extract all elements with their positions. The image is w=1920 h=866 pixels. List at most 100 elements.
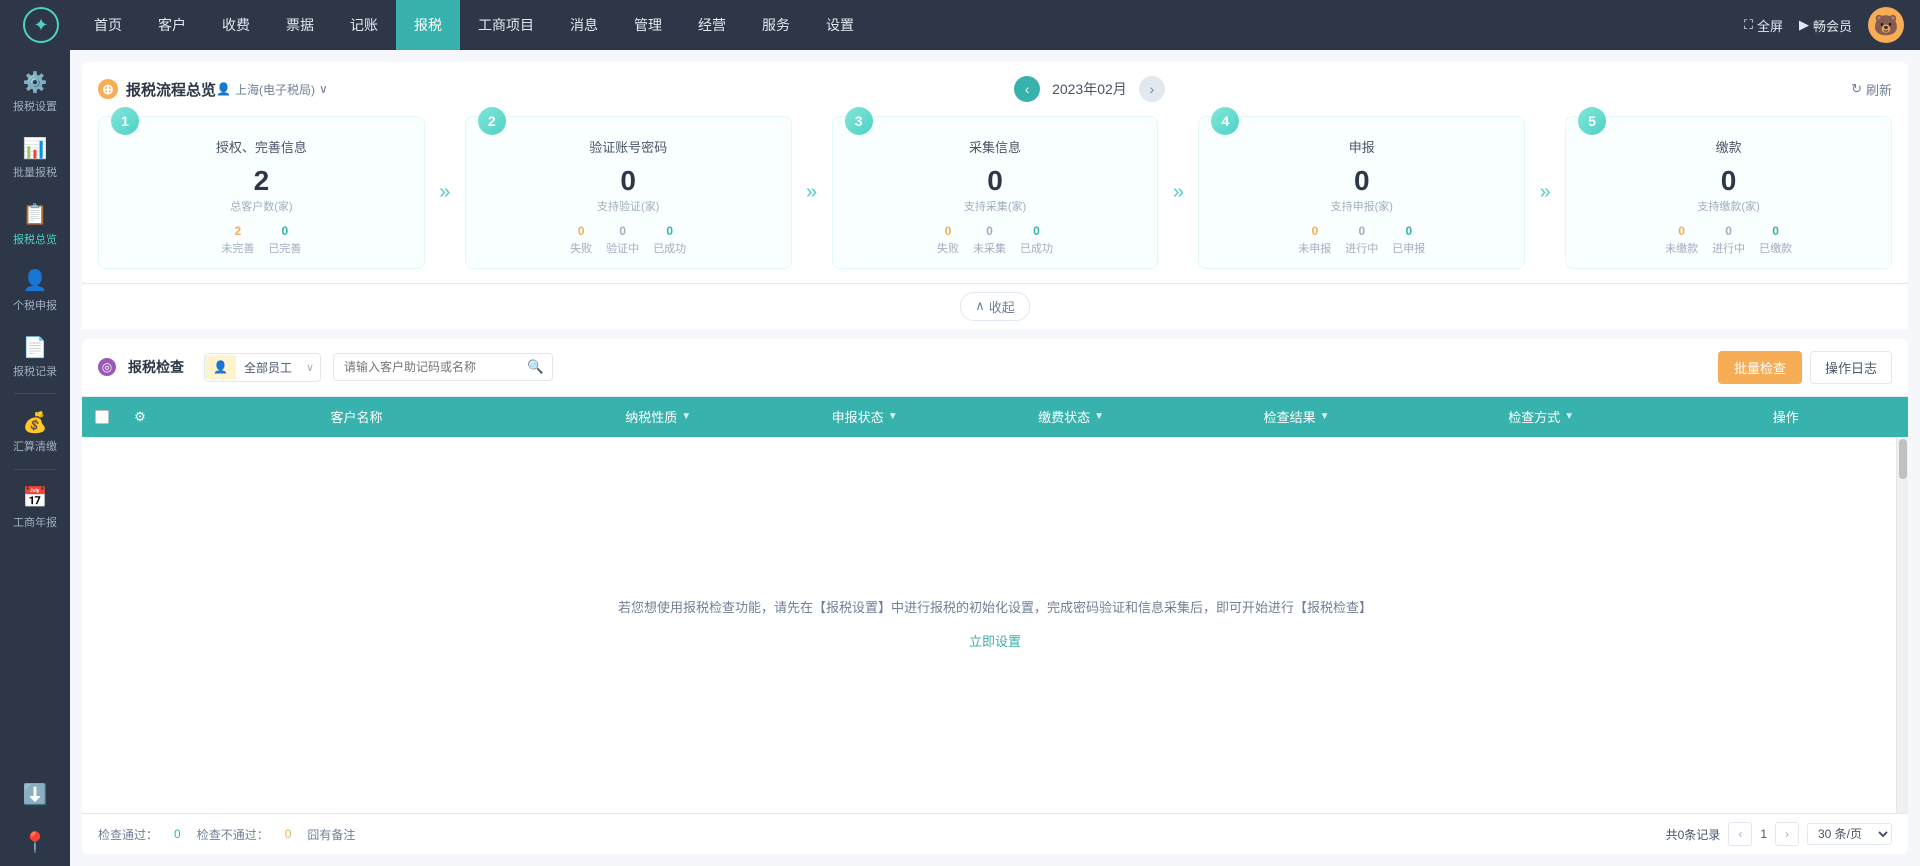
avatar[interactable]: 🐻 <box>1868 7 1904 43</box>
step-num-2: 2 <box>478 107 506 135</box>
nav-item-home[interactable]: 首页 <box>76 0 140 50</box>
tax-type-filter-icon[interactable]: ▼ <box>681 411 691 422</box>
flow-panel-header: ⊕ 报税流程总览 👤 上海(电子税局) ∨ ‹ 2023年02月 › ↻ <box>98 76 1892 102</box>
stat-3-2: 0 已成功 <box>1020 224 1053 256</box>
step-subtitle-2: 支持验证(家) <box>482 198 775 214</box>
sidebar-item-annual-report[interactable]: 📅 工商年报 <box>0 474 70 540</box>
select-all-checkbox[interactable] <box>95 410 109 424</box>
logo[interactable]: ✦ <box>16 0 66 50</box>
sidebar-item-settlement[interactable]: 💰 汇算清缴 <box>0 398 70 464</box>
refresh-icon: ↻ <box>1851 81 1862 97</box>
nav-item-client[interactable]: 客户 <box>140 0 204 50</box>
op-log-button[interactable]: 操作日志 <box>1810 351 1892 384</box>
search-input[interactable] <box>334 355 519 379</box>
location-icon: 📍 <box>21 828 49 856</box>
stat-label-2-2: 已成功 <box>653 240 686 256</box>
arrow-icon-2: » <box>806 181 817 204</box>
stat-2-1: 0 验证中 <box>606 224 639 256</box>
sidebar-item-batch-tax[interactable]: 📊 批量报税 <box>0 124 70 190</box>
th-tax-type: 纳税性质 ▼ <box>555 407 761 426</box>
fail-count[interactable]: 0 <box>285 827 292 841</box>
step-title-1: 授权、完善信息 <box>115 137 408 156</box>
employee-filter[interactable]: 👤 全部员工 ∨ <box>204 353 321 382</box>
step-num-3: 3 <box>845 107 873 135</box>
stat-2-0: 0 失败 <box>570 224 592 256</box>
nav-item-manage[interactable]: 管理 <box>616 0 680 50</box>
pay-filter-icon[interactable]: ▼ <box>1094 411 1104 422</box>
fullscreen-label: 全屏 <box>1757 16 1783 35</box>
flow-step-1: 1 授权、完善信息 2 总客户数(家) 2 未完善 0 已完善 <box>98 116 425 269</box>
nav-item-operation[interactable]: 经营 <box>680 0 744 50</box>
tax-record-icon: 📄 <box>21 333 49 361</box>
arrow-icon-4: » <box>1540 181 1551 204</box>
employee-filter-arrow: ∨ <box>300 356 320 379</box>
sidebar-item-individual-tax[interactable]: 👤 个税申报 <box>0 257 70 323</box>
search-box[interactable]: 🔍 <box>333 353 553 381</box>
stat-val-2-1: 0 <box>619 224 626 238</box>
batch-check-button[interactable]: 批量检查 <box>1718 351 1802 384</box>
stat-5-1: 0 进行中 <box>1712 224 1745 256</box>
nav-item-settings[interactable]: 设置 <box>808 0 872 50</box>
th-checkbox[interactable] <box>82 410 122 424</box>
check-result-filter-icon[interactable]: ▼ <box>1320 411 1330 422</box>
step-subtitle-1: 总客户数(家) <box>115 198 408 214</box>
collapse-button[interactable]: ∧ 收起 <box>960 292 1030 321</box>
th-setting[interactable]: ⚙ <box>122 409 158 425</box>
sidebar-label-tax-settings: 报税设置 <box>13 100 57 114</box>
fullscreen-button[interactable]: ⛶ 全屏 <box>1744 16 1783 35</box>
nav-item-message[interactable]: 消息 <box>552 0 616 50</box>
sidebar-divider <box>14 393 56 394</box>
declare-filter-icon[interactable]: ▼ <box>888 411 898 422</box>
flow-step-3: 3 采集信息 0 支持采集(家) 0 失败 0 未采集 <box>832 116 1159 269</box>
annual-report-icon: 📅 <box>21 484 49 512</box>
nav-item-service[interactable]: 服务 <box>744 0 808 50</box>
refresh-label: 刷新 <box>1866 80 1892 99</box>
vip-button[interactable]: ▶ 畅会员 <box>1799 16 1852 35</box>
setup-link[interactable]: 立即设置 <box>969 634 1021 649</box>
pass-count[interactable]: 0 <box>174 827 181 841</box>
nav-item-fee[interactable]: 收费 <box>204 0 268 50</box>
nav-menu: 首页 客户 收费 票据 记账 报税 工商项目 消息 管理 经营 服务 设置 <box>76 0 1744 50</box>
sidebar-item-download[interactable]: ⬇️ <box>0 770 70 818</box>
arrow-1-2: » <box>425 116 465 269</box>
stat-5-2: 0 已缴款 <box>1759 224 1792 256</box>
per-page-select[interactable]: 30 条/页 50 条/页 100 条/页 <box>1807 823 1892 845</box>
stat-val-5-1: 0 <box>1725 224 1732 238</box>
step-title-5: 缴款 <box>1582 137 1875 156</box>
page-prev-button[interactable]: ‹ <box>1728 822 1752 846</box>
stat-val-2-0: 0 <box>578 224 585 238</box>
sidebar-item-tax-settings[interactable]: ⚙️ 报税设置 <box>0 58 70 124</box>
title-icon: ⊕ <box>98 79 118 99</box>
stat-label-1-0: 未完善 <box>221 240 254 256</box>
nav-item-business[interactable]: 工商项目 <box>460 0 552 50</box>
sidebar-item-tax-record[interactable]: 📄 报税记录 <box>0 323 70 389</box>
nav-item-invoice[interactable]: 票据 <box>268 0 332 50</box>
refresh-button[interactable]: ↻ 刷新 <box>1851 80 1892 99</box>
page-next-button[interactable]: › <box>1775 822 1799 846</box>
stat-label-4-1: 进行中 <box>1345 240 1378 256</box>
date-navigation: ‹ 2023年02月 › <box>1014 76 1165 102</box>
date-next-button[interactable]: › <box>1139 76 1165 102</box>
nav-item-tax[interactable]: 报税 <box>396 0 460 50</box>
total-records: 共0条记录 <box>1666 826 1721 843</box>
scroll-thumb <box>1899 439 1907 479</box>
sidebar-item-tax-overview[interactable]: 📋 报税总览 <box>0 191 70 257</box>
nav-item-accounting[interactable]: 记账 <box>332 0 396 50</box>
location-badge[interactable]: 👤 上海(电子税局) ∨ <box>216 81 328 98</box>
step-stats-3: 0 失败 0 未采集 0 已成功 <box>849 224 1142 256</box>
flow-title-text: 报税流程总览 <box>126 79 216 100</box>
date-prev-button[interactable]: ‹ <box>1014 76 1040 102</box>
stat-4-0: 0 未申报 <box>1298 224 1331 256</box>
flow-panel-title: ⊕ 报税流程总览 <box>98 79 216 100</box>
collapse-bar: ∧ 收起 <box>82 283 1908 329</box>
stat-val-3-2: 0 <box>1033 224 1040 238</box>
check-method-filter-icon[interactable]: ▼ <box>1564 411 1574 422</box>
step-num-1: 1 <box>111 107 139 135</box>
scrollbar[interactable] <box>1896 437 1908 813</box>
fail-label: 检查不通过： <box>197 826 269 843</box>
table-container: ⚙ 客户名称 纳税性质 ▼ 申报状态 ▼ 缴费状态 ▼ <box>82 397 1908 813</box>
arrow-3-4: » <box>1158 116 1198 269</box>
tax-settings-icon: ⚙️ <box>21 68 49 96</box>
search-button[interactable]: 🔍 <box>519 354 552 380</box>
sidebar-item-location[interactable]: 📍 <box>0 818 70 866</box>
